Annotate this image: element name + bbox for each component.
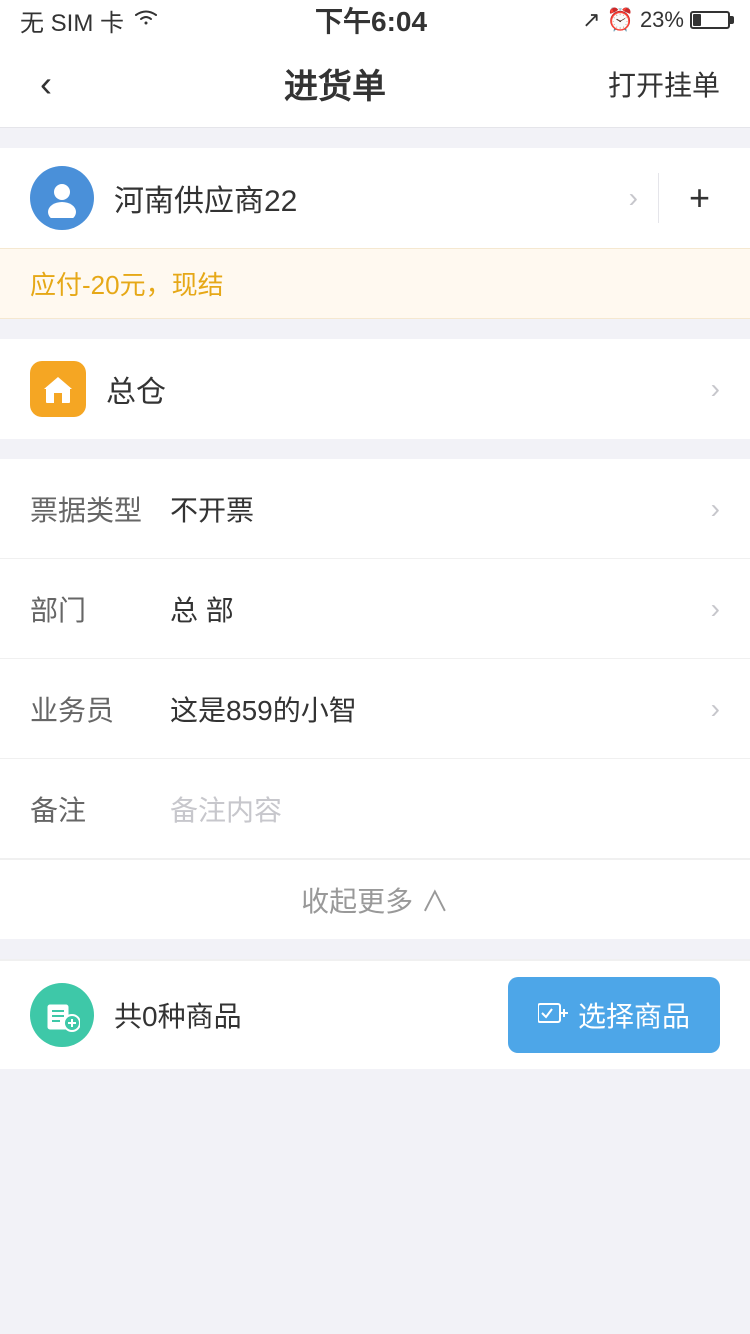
add-supplier-button[interactable]: + (679, 167, 720, 229)
invoice-type-label: 票据类型 (30, 489, 150, 529)
section-gap-1 (0, 128, 750, 148)
bottom-gray-area (0, 1069, 750, 1329)
supplier-chevron-icon: › (629, 182, 638, 214)
collapse-label: 收起更多 ∧ (301, 880, 449, 920)
wifi-icon (132, 6, 160, 34)
supplier-section: 河南供应商22 › + 应付-20元，现结 (0, 148, 750, 319)
warehouse-chevron-icon: › (711, 373, 720, 405)
location-icon: ↗ (582, 7, 600, 33)
remark-row[interactable]: 备注 备注内容 (0, 759, 750, 859)
invoice-type-row[interactable]: 票据类型 不开票 › (0, 459, 750, 559)
salesperson-chevron-icon: › (711, 693, 720, 725)
invoice-type-chevron-icon: › (711, 493, 720, 525)
product-bar: 共0种商品 选择商品 (0, 959, 750, 1069)
page-title: 进货单 (284, 59, 386, 108)
notice-text: 应付-20元，现结 (30, 270, 224, 300)
section-gap-3 (0, 439, 750, 459)
warehouse-section: 总仓 › (0, 339, 750, 439)
remark-value: 备注内容 (170, 789, 720, 829)
form-section: 票据类型 不开票 › 部门 总 部 › 业务员 这是859的小智 › 备注 备注… (0, 459, 750, 939)
nav-bar: ‹ 进货单 打开挂单 (0, 40, 750, 128)
carrier-text: 无 SIM 卡 (20, 3, 124, 38)
invoice-type-value: 不开票 (170, 489, 701, 529)
select-product-button[interactable]: 选择商品 (508, 977, 720, 1053)
supplier-row[interactable]: 河南供应商22 › + (0, 148, 750, 248)
section-gap-2 (0, 319, 750, 339)
department-value: 总 部 (170, 589, 701, 629)
department-chevron-icon: › (711, 593, 720, 625)
department-label: 部门 (30, 589, 150, 629)
supplier-name: 河南供应商22 (114, 176, 619, 220)
status-icons: ↗ ⏰ 23% (582, 7, 730, 33)
back-button[interactable]: ‹ (30, 53, 62, 115)
vertical-divider (658, 173, 659, 223)
salesperson-value: 这是859的小智 (170, 689, 701, 729)
battery-icon (690, 11, 730, 29)
battery-percent: 23% (640, 7, 684, 33)
status-carrier: 无 SIM 卡 (20, 3, 160, 38)
salesperson-label: 业务员 (30, 689, 150, 729)
collapse-button[interactable]: 收起更多 ∧ (0, 859, 750, 939)
status-bar: 无 SIM 卡 下午6:04 ↗ ⏰ 23% (0, 0, 750, 40)
select-product-icon (538, 1002, 568, 1028)
open-pending-button[interactable]: 打开挂单 (608, 64, 720, 104)
remark-label: 备注 (30, 789, 150, 829)
department-row[interactable]: 部门 总 部 › (0, 559, 750, 659)
warehouse-name: 总仓 (106, 367, 701, 411)
notice-banner: 应付-20元，现结 (0, 248, 750, 319)
alarm-icon: ⏰ (607, 7, 634, 33)
status-time: 下午6:04 (315, 0, 427, 40)
salesperson-row[interactable]: 业务员 这是859的小智 › (0, 659, 750, 759)
select-product-label: 选择商品 (578, 995, 690, 1035)
warehouse-icon (30, 361, 86, 417)
supplier-avatar (30, 166, 94, 230)
section-gap-4 (0, 939, 750, 959)
product-icon (30, 983, 94, 1047)
warehouse-row[interactable]: 总仓 › (0, 339, 750, 439)
product-count-text: 共0种商品 (114, 995, 508, 1035)
